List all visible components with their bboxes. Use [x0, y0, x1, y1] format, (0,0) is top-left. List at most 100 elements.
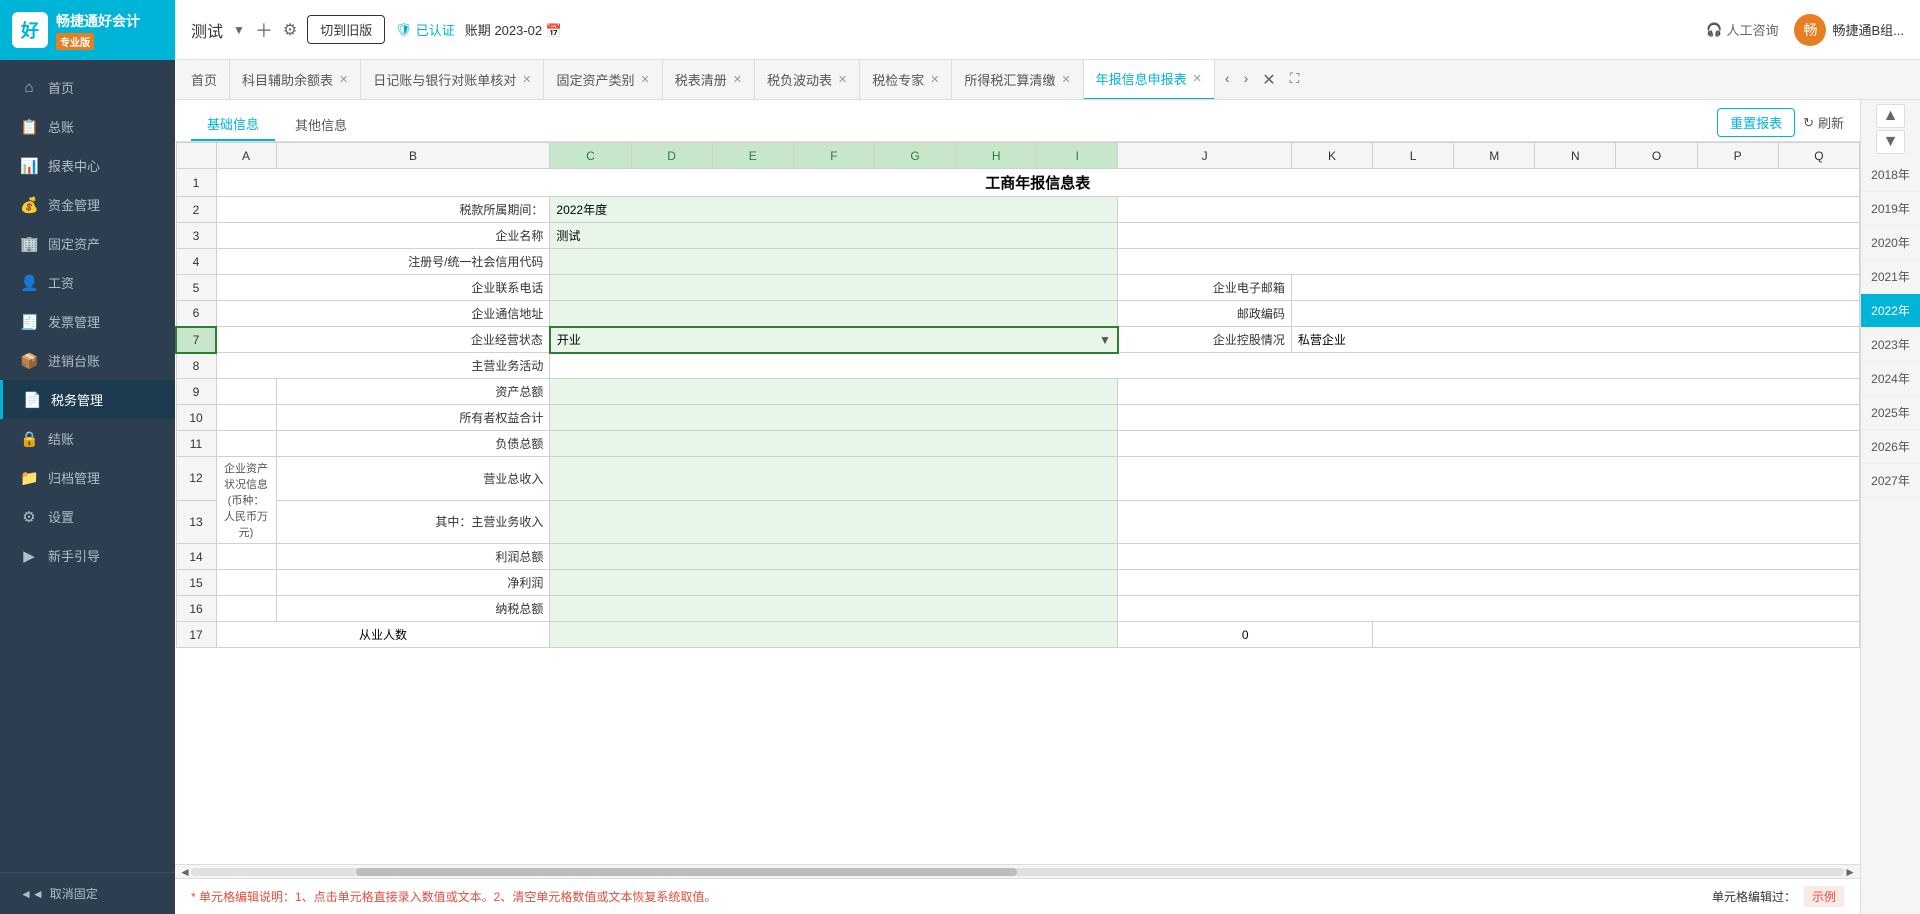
sidebar-item-reports[interactable]: 📊 报表中心 [0, 146, 175, 185]
cell-6-right-value[interactable] [1291, 301, 1859, 327]
tab-home[interactable]: 首页 [179, 60, 230, 100]
col-header-p[interactable]: P [1697, 143, 1778, 169]
title-cell[interactable]: 工商年报信息表 [216, 169, 1860, 197]
tab-next-button[interactable]: › [1238, 68, 1255, 92]
sidebar-item-tax[interactable]: 📄 税务管理 [0, 380, 175, 419]
scrollbar-thumb[interactable] [356, 868, 1017, 876]
tab-tax-calc-close[interactable]: ✕ [1061, 73, 1070, 86]
year-scroll-down[interactable]: ▼ [1876, 130, 1906, 154]
year-2018[interactable]: 2018年 [1861, 158, 1920, 192]
col-header-c[interactable]: C [550, 143, 631, 169]
year-2021[interactable]: 2021年 [1861, 260, 1920, 294]
col-header-l[interactable]: L [1373, 143, 1454, 169]
tab-annual-close[interactable]: ✕ [1193, 72, 1202, 85]
tab-annual[interactable]: 年报信息申报表 ✕ [1084, 60, 1215, 100]
year-scroll-up[interactable]: ▲ [1876, 104, 1906, 128]
cell-13-value[interactable] [550, 500, 1118, 544]
tab-aux-close[interactable]: ✕ [339, 73, 348, 86]
year-2023[interactable]: 2023年 [1861, 328, 1920, 362]
sidebar-item-home[interactable]: ⌂ 首页 [0, 68, 175, 107]
tab-assets-close[interactable]: ✕ [641, 73, 650, 86]
tab-assets[interactable]: 固定资产类别 ✕ [544, 60, 662, 100]
scroll-right-arrow[interactable]: ► [1844, 865, 1856, 879]
year-2022[interactable]: 2022年 [1861, 294, 1920, 328]
cell-17-value[interactable] [550, 622, 1118, 648]
tab-tax-expert[interactable]: 税检专家 ✕ [860, 60, 952, 100]
cell-10-value[interactable] [550, 405, 1118, 431]
sidebar-item-archive[interactable]: 📁 归档管理 [0, 458, 175, 497]
sidebar-item-guide[interactable]: ▶ 新手引导 [0, 536, 175, 575]
sidebar-item-purchase[interactable]: 📦 进销台账 [0, 341, 175, 380]
sidebar-item-assets[interactable]: 🏢 固定资产 [0, 224, 175, 263]
cell-3-value[interactable]: 测试 [550, 223, 1118, 249]
user-menu[interactable]: 畅 畅捷通B组... [1794, 14, 1904, 46]
topbar-dropdown-arrow[interactable]: ▼ [233, 23, 245, 37]
cell-2-value[interactable]: 2022年度 [550, 197, 1118, 223]
topbar-settings-button[interactable]: ⚙ [283, 20, 297, 40]
cell-9-value[interactable] [550, 379, 1118, 405]
consult-button[interactable]: 🎧 人工咨询 [1706, 20, 1778, 39]
scroll-left-arrow[interactable]: ◄ [179, 865, 191, 879]
col-header-q[interactable]: Q [1778, 143, 1859, 169]
col-header-f[interactable]: F [793, 143, 874, 169]
year-2027[interactable]: 2027年 [1861, 464, 1920, 498]
col-header-g[interactable]: G [874, 143, 955, 169]
switch-version-button[interactable]: 切到旧版 [307, 15, 385, 44]
sidebar-item-funds[interactable]: 💰 资金管理 [0, 185, 175, 224]
col-header-o[interactable]: O [1616, 143, 1697, 169]
tab-expand-button[interactable]: ⛶ [1284, 68, 1306, 92]
topbar-add-button[interactable]: ＋ [255, 17, 273, 43]
tab-journal[interactable]: 日记账与银行对账单核对 ✕ [361, 60, 544, 100]
cell-12-value[interactable] [550, 457, 1118, 501]
reset-button[interactable]: 重置报表 [1717, 108, 1795, 137]
tab-prev-button[interactable]: ‹ [1219, 68, 1236, 92]
sidebar-item-settings[interactable]: ⚙ 设置 [0, 497, 175, 536]
tab-tax-calc[interactable]: 所得税汇算清缴 ✕ [952, 60, 1083, 100]
tab-journal-close[interactable]: ✕ [522, 73, 531, 86]
year-2020[interactable]: 2020年 [1861, 226, 1920, 260]
tab-aux[interactable]: 科目辅助余额表 ✕ [230, 60, 361, 100]
col-header-n[interactable]: N [1535, 143, 1616, 169]
year-2025[interactable]: 2025年 [1861, 396, 1920, 430]
col-header-e[interactable]: E [712, 143, 793, 169]
col-header-k[interactable]: K [1291, 143, 1372, 169]
sidebar-item-invoice[interactable]: 🧾 发票管理 [0, 302, 175, 341]
year-2019[interactable]: 2019年 [1861, 192, 1920, 226]
sidebar-collapse-button[interactable]: ◄◄ 取消固定 [0, 872, 175, 914]
tab-tax-table-close[interactable]: ✕ [733, 73, 742, 86]
cell-11-value[interactable] [550, 431, 1118, 457]
col-header-i[interactable]: I [1037, 143, 1118, 169]
cell-14-value[interactable] [550, 544, 1118, 570]
col-header-a[interactable]: A [216, 143, 276, 169]
subtab-basic[interactable]: 基础信息 [191, 108, 275, 141]
col-header-m[interactable]: M [1454, 143, 1535, 169]
tab-tax-wave-close[interactable]: ✕ [838, 73, 847, 86]
col-header-b[interactable]: B [276, 143, 550, 169]
refresh-button[interactable]: ↻ 刷新 [1803, 113, 1844, 132]
sidebar-item-close[interactable]: 🔒 结账 [0, 419, 175, 458]
tab-tax-expert-close[interactable]: ✕ [930, 73, 939, 86]
spreadsheet-container[interactable]: A B C D E F G H I J K L M [175, 142, 1860, 864]
year-2026[interactable]: 2026年 [1861, 430, 1920, 464]
cell-6-value[interactable] [550, 301, 1118, 327]
cell-15-value[interactable] [550, 570, 1118, 596]
cell-16-value[interactable] [550, 596, 1118, 622]
cell-8-value[interactable] [550, 353, 1860, 379]
subtab-other[interactable]: 其他信息 [279, 109, 363, 140]
tab-close-all-button[interactable]: ✕ [1256, 68, 1281, 92]
tab-tax-wave[interactable]: 税负波动表 ✕ [755, 60, 860, 100]
cell-5-right-value[interactable] [1291, 275, 1859, 301]
cell-4-value[interactable] [550, 249, 1118, 275]
cell-7-dropdown[interactable]: 开业 ▼ [550, 327, 1118, 353]
tab-tax-table[interactable]: 税表清册 ✕ [663, 60, 755, 100]
col-header-h[interactable]: H [956, 143, 1037, 169]
year-2024[interactable]: 2024年 [1861, 362, 1920, 396]
sidebar-item-payroll[interactable]: 👤 工资 [0, 263, 175, 302]
cell-7-right-value[interactable]: 私营企业 [1291, 327, 1859, 353]
cell-5-value[interactable] [550, 275, 1118, 301]
col-header-j[interactable]: J [1118, 143, 1291, 169]
horizontal-scrollbar[interactable]: ◄ ► [175, 864, 1860, 878]
sidebar-item-ledger[interactable]: 📋 总账 [0, 107, 175, 146]
calendar-icon[interactable]: 📅 [546, 23, 562, 38]
col-header-d[interactable]: D [631, 143, 712, 169]
